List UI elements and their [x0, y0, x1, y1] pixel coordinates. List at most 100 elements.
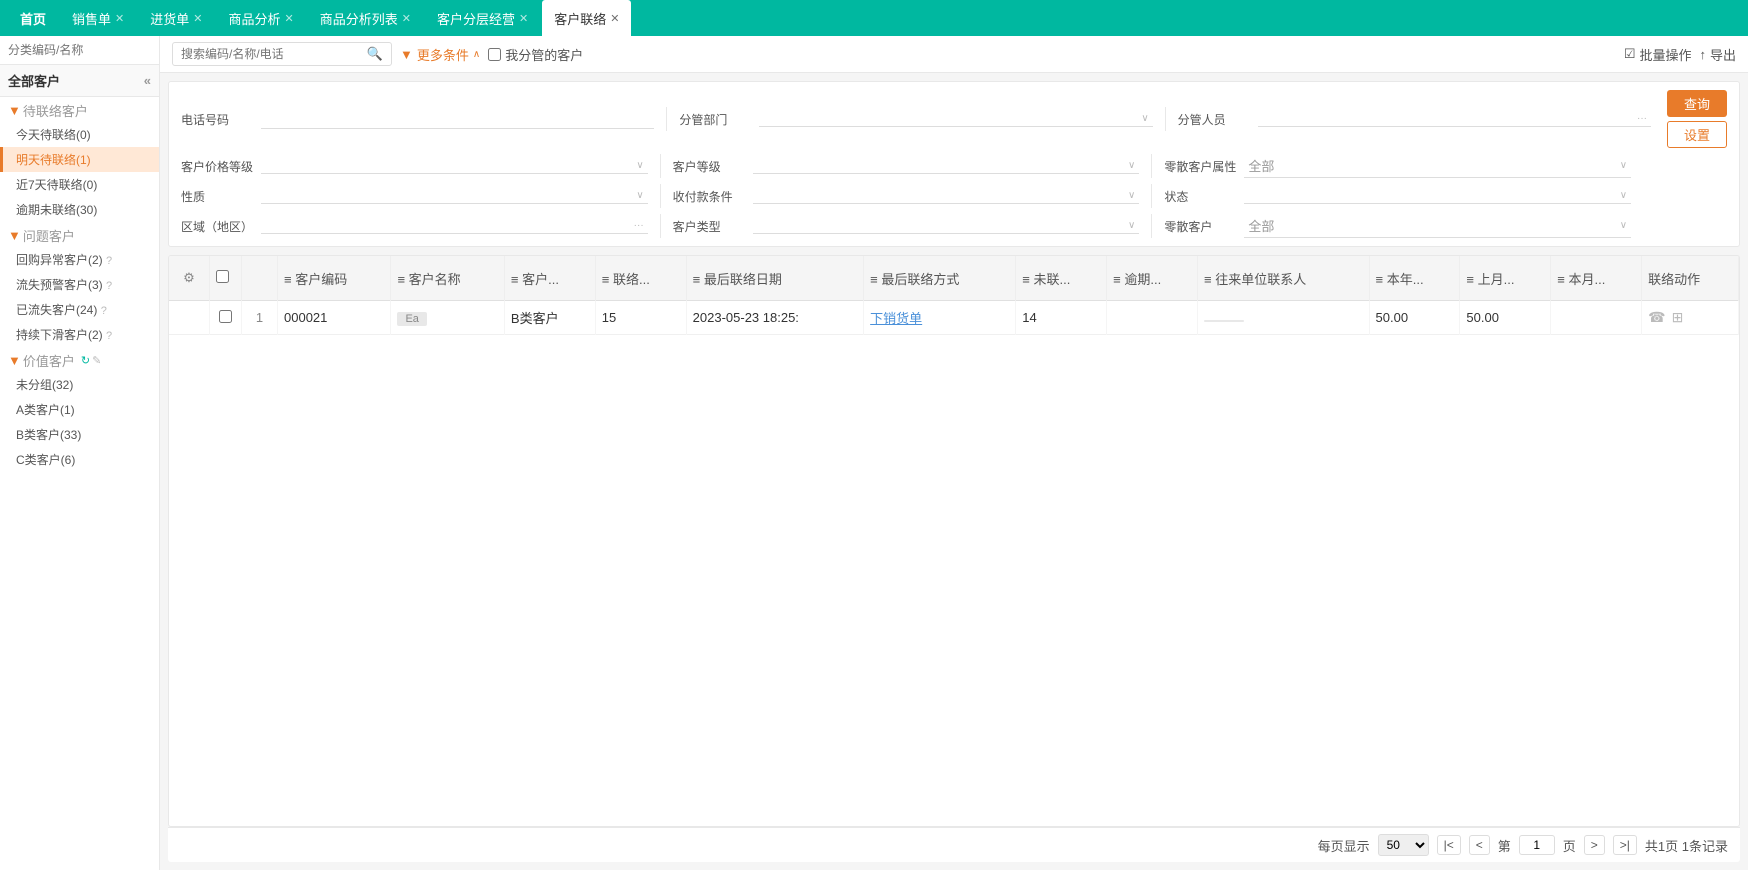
th-code-sort[interactable]: ≡: [284, 272, 292, 287]
filter-nature-select[interactable]: ∨: [261, 188, 648, 204]
filter-retail-attr-select[interactable]: 全部 ∨: [1244, 154, 1631, 178]
sidebar-collapse-icon[interactable]: «: [144, 73, 151, 88]
my-customer-check[interactable]: 我分管的客户: [488, 45, 583, 64]
sidebar-item-a-class[interactable]: A类客户(1): [0, 397, 159, 422]
nav-sales[interactable]: 销售单 ✕: [60, 0, 136, 36]
filter-status-label: 状态: [1164, 188, 1244, 205]
nav-home[interactable]: 首页: [8, 0, 58, 36]
th-name: ≡ 客户名称: [391, 256, 504, 301]
filter-price-level: 客户价格等级 ∨: [181, 158, 648, 175]
row-last-month-cell: 50.00: [1460, 301, 1551, 335]
page-size-select[interactable]: 50 10 20 100: [1378, 834, 1429, 856]
sidebar-item-overdue[interactable]: 逾期未联络(30): [0, 197, 159, 222]
th-last-contact-method-label: 最后联络方式: [881, 272, 959, 287]
th-contact-count-sort[interactable]: ≡: [602, 272, 610, 287]
nav-analysis-close[interactable]: ✕: [285, 12, 294, 25]
filter-customer-level: 客户等级 ∨: [673, 158, 1140, 175]
filter-row-4: 区域（地区） ··· 客户类型 ∨ 零散客户: [181, 214, 1727, 238]
th-no-contact: ≡ 未联...: [1016, 256, 1107, 301]
table-header-row: ⚙ ≡ 客户编码 ≡ 客户名称 ≡ 客户... ≡ 联络... ≡ 最后联络日期…: [169, 256, 1739, 301]
filter-retail-select[interactable]: 全部 ∨: [1244, 214, 1631, 238]
th-last-month: ≡ 上月...: [1460, 256, 1551, 301]
th-name-sort[interactable]: ≡: [397, 272, 405, 287]
page-input[interactable]: [1519, 835, 1555, 855]
th-no-contact-sort[interactable]: ≡: [1022, 272, 1030, 287]
sidebar-all-customers-header[interactable]: 全部客户 «: [0, 65, 159, 97]
batch-op-btn[interactable]: ☑ 批量操作: [1624, 45, 1692, 64]
filter-payment-select[interactable]: ∨: [753, 188, 1140, 204]
filter-region-select[interactable]: ···: [261, 218, 648, 234]
th-this-month-sort[interactable]: ≡: [1557, 272, 1565, 287]
nav-analysis[interactable]: 商品分析 ✕: [216, 0, 305, 36]
nav-analysis-list[interactable]: 商品分析列表 ✕: [308, 0, 423, 36]
sidebar-search-input[interactable]: [8, 43, 160, 57]
filter-status-arrow: ∨: [1620, 190, 1627, 201]
row-no-contact-cell: 14: [1016, 301, 1107, 335]
nav-customer-seg-close[interactable]: ✕: [519, 12, 528, 25]
batch-op-label: 批量操作: [1639, 45, 1691, 64]
filter-retail: 零散客户 全部 ∨: [1164, 214, 1631, 238]
th-last-contact-method-sort[interactable]: ≡: [870, 272, 878, 287]
sidebar-item-week[interactable]: 近7天待联络(0): [0, 172, 159, 197]
th-last-contact-date-sort[interactable]: ≡: [693, 272, 701, 287]
query-btn[interactable]: 查询: [1667, 90, 1727, 117]
th-last-month-sort[interactable]: ≡: [1466, 272, 1474, 287]
sidebar-item-continuous-down[interactable]: 持续下滑客户(2) ?: [0, 322, 159, 347]
page-next-btn[interactable]: >: [1584, 835, 1605, 855]
nav-purchase[interactable]: 进货单 ✕: [138, 0, 214, 36]
th-this-month: ≡ 本月...: [1551, 256, 1642, 301]
nav-purchase-close[interactable]: ✕: [193, 12, 202, 25]
row-qr-icon[interactable]: ⊞: [1672, 309, 1684, 326]
th-unit-contact-sort[interactable]: ≡: [1204, 272, 1212, 287]
table-wrap: ⚙ ≡ 客户编码 ≡ 客户名称 ≡ 客户... ≡ 联络... ≡ 最后联络日期…: [168, 255, 1740, 827]
page-prev-btn[interactable]: <: [1469, 835, 1490, 855]
filter-dept-arrow: ∨: [1141, 113, 1148, 124]
nav-analysis-label: 商品分析: [228, 9, 280, 28]
filter-person-select[interactable]: ···: [1258, 111, 1651, 127]
setting-btn[interactable]: 设置: [1667, 121, 1727, 148]
filter-phone-input[interactable]: [261, 110, 654, 129]
my-customer-checkbox[interactable]: [488, 48, 501, 61]
nav-analysis-list-close[interactable]: ✕: [402, 12, 411, 25]
nav-purchase-label: 进货单: [150, 9, 189, 28]
nav-customer-contact[interactable]: 客户联络 ✕: [542, 0, 631, 36]
nav-customer-contact-close[interactable]: ✕: [610, 12, 619, 25]
sidebar-item-tomorrow[interactable]: 明天待联络(1): [0, 147, 159, 172]
row-unit-contact-cell: [1198, 301, 1370, 335]
customer-table: ⚙ ≡ 客户编码 ≡ 客户名称 ≡ 客户... ≡ 联络... ≡ 最后联络日期…: [169, 256, 1739, 335]
page-first-btn[interactable]: |<: [1437, 835, 1461, 855]
more-filter-btn[interactable]: ▼ 更多条件 ∧: [400, 45, 480, 64]
row-last-contact-method-link[interactable]: 下销货单: [870, 311, 922, 326]
sidebar-all-customers-label: 全部客户: [8, 71, 60, 90]
row-phone-icon[interactable]: ☎: [1648, 309, 1665, 326]
filter-status: 状态 ∨: [1164, 188, 1631, 205]
sidebar-group-value-label: 价值客户: [23, 351, 75, 370]
th-this-year-sort[interactable]: ≡: [1376, 272, 1384, 287]
row-this-month-cell: [1551, 301, 1642, 335]
nav-sales-close[interactable]: ✕: [115, 12, 124, 25]
nav-customer-seg[interactable]: 客户分层经营 ✕: [425, 0, 540, 36]
sidebar-item-c-class[interactable]: C类客户(6): [0, 447, 159, 472]
filter-dept-select[interactable]: ∨: [759, 111, 1152, 127]
search-main-input[interactable]: [181, 47, 363, 61]
sidebar-item-b-class[interactable]: B类客户(33): [0, 422, 159, 447]
row-checkbox[interactable]: [219, 310, 232, 323]
filter-customer-type-select[interactable]: ∨: [753, 218, 1140, 234]
sidebar-item-lost-risk[interactable]: 流失预警客户(3) ?: [0, 272, 159, 297]
page-last-btn[interactable]: >|: [1613, 835, 1637, 855]
sidebar-item-return-abnormal[interactable]: 回购异常客户(2) ?: [0, 247, 159, 272]
export-btn[interactable]: ↑ 导出: [1699, 45, 1736, 64]
sidebar-item-lost[interactable]: 已流失客户(24) ?: [0, 297, 159, 322]
th-overdue-sort[interactable]: ≡: [1113, 272, 1121, 287]
select-all-checkbox[interactable]: [216, 270, 229, 283]
search-main-icon[interactable]: 🔍: [367, 46, 383, 62]
filter-customer-level-select[interactable]: ∨: [753, 158, 1140, 174]
row-contact-count-cell: 15: [595, 301, 686, 335]
filter-retail-attr-value: 全部: [1248, 156, 1274, 175]
filter-status-select[interactable]: ∨: [1244, 188, 1631, 204]
filter-price-level-select[interactable]: ∨: [261, 158, 648, 174]
gear-settings-btn[interactable]: ⚙: [175, 264, 203, 292]
sidebar-item-today[interactable]: 今天待联络(0): [0, 122, 159, 147]
sidebar-item-ungroup[interactable]: 未分组(32): [0, 372, 159, 397]
th-type-sort[interactable]: ≡: [511, 272, 519, 287]
